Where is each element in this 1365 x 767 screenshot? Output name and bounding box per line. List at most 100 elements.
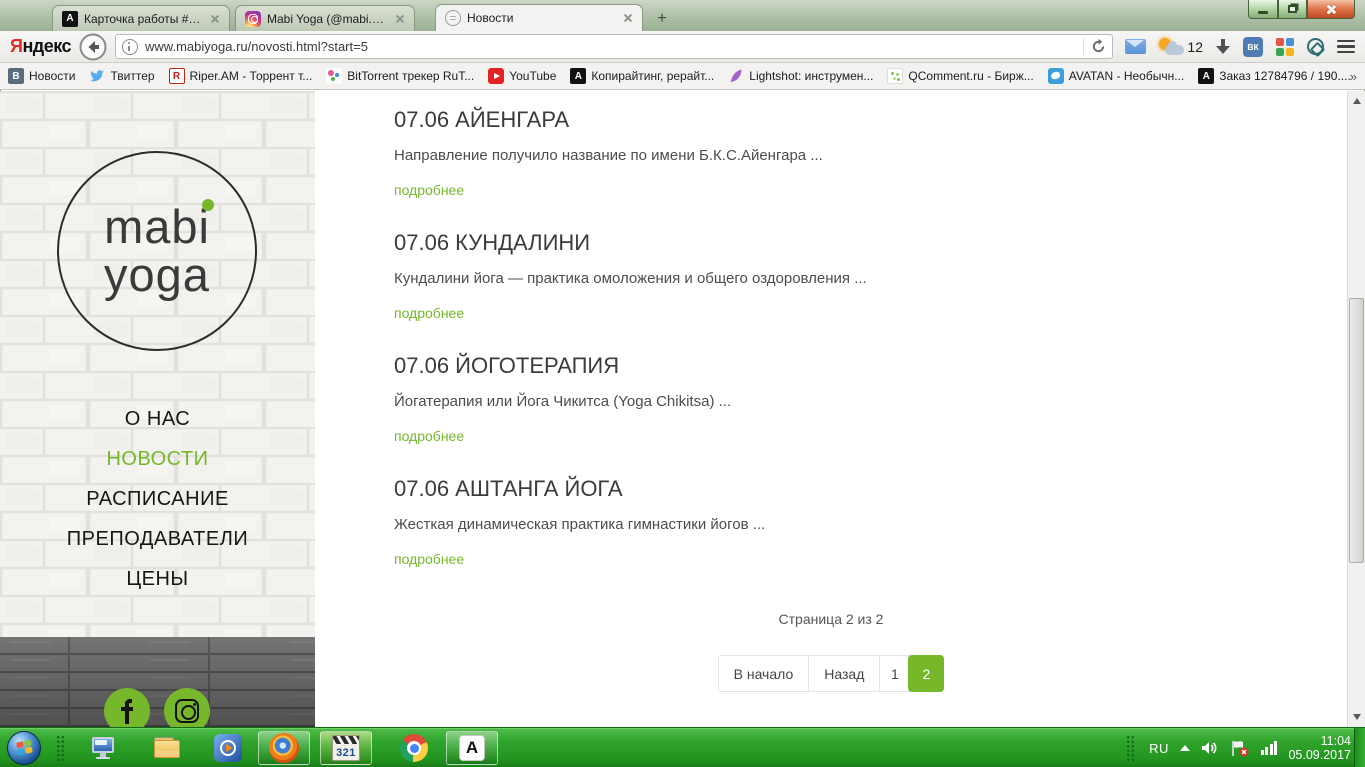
close-icon (1326, 4, 1337, 15)
pagination-first-button[interactable]: В начало (718, 656, 809, 691)
photos-icon[interactable] (1276, 37, 1294, 56)
twitter-icon (89, 68, 105, 84)
reload-icon[interactable] (1091, 39, 1106, 54)
chrome-taskbar-icon[interactable] (399, 733, 429, 763)
close-icon[interactable] (623, 13, 633, 23)
vertical-scrollbar[interactable] (1347, 91, 1365, 727)
maximize-button[interactable] (1278, 0, 1307, 19)
new-tab-button[interactable]: + (649, 9, 675, 29)
mabi-yoga-logo[interactable]: mabi yoga (57, 151, 257, 351)
tab-instagram[interactable]: Mabi Yoga (@mabi.yoga) • Ф (235, 5, 415, 31)
mpc-taskbar-button[interactable]: 321 (320, 731, 372, 765)
close-window-button[interactable] (1307, 0, 1355, 19)
start-button[interactable] (7, 731, 41, 765)
pagination-group: В начало Назад 1 2 (717, 655, 945, 692)
bookmark-label: Твиттер (110, 69, 155, 83)
signal-bars-icon[interactable] (1260, 741, 1278, 755)
bookmark-order[interactable]: A Заказ 12784796 / 190.... (1198, 68, 1351, 84)
weather-widget[interactable]: 12 (1159, 37, 1203, 55)
sidebar-item-news[interactable]: НОВОСТИ (0, 439, 315, 479)
sidebar-item-prices[interactable]: ЦЕНЫ (0, 559, 315, 599)
scroll-down-arrow[interactable] (1353, 714, 1361, 720)
news-item: 07.06 АШТАНГА ЙОГА Жесткая динамическая … (394, 476, 1347, 569)
pagination: В начало Назад 1 2 (315, 655, 1347, 692)
bookmark-label: Новости (29, 69, 76, 83)
mpc-icon: 321 (332, 735, 360, 761)
hidden-icons-arrow[interactable] (1179, 745, 1190, 751)
logo-line-2: yoga (104, 248, 210, 301)
bookmark-riper[interactable]: R Riper.AM - Торрент т... (168, 68, 312, 84)
window-controls (1248, 0, 1355, 19)
sidebar-item-teachers[interactable]: ПРЕПОДАВАТЕЛИ (0, 519, 315, 559)
tab-advego-task[interactable]: A Карточка работы #20097636 (52, 5, 230, 31)
sidebar-menu: О НАС НОВОСТИ РАСПИСАНИЕ ПРЕПОДАВАТЕЛИ Ц… (0, 399, 315, 599)
downloads-icon[interactable] (1216, 38, 1230, 55)
youtube-icon (488, 68, 505, 84)
bookmark-youtube[interactable]: YouTube (488, 68, 556, 84)
bookmark-avatan[interactable]: AVATAN - Необычн... (1047, 68, 1184, 84)
volume-icon[interactable] (1201, 740, 1219, 756)
news-excerpt: Жесткая динамическая практика гимнастики… (394, 516, 766, 533)
system-tray: RU 11:04 05.09.2017 (1149, 728, 1351, 767)
pagination-page-1[interactable]: 1 (879, 656, 910, 691)
vk-icon[interactable]: ВК (1243, 36, 1263, 57)
read-more-link[interactable]: подробнее (394, 551, 464, 567)
instagram-button[interactable] (164, 688, 210, 727)
navigation-bar: Яндекс www.mabiyoga.ru/novosti.html?star… (0, 31, 1365, 63)
bookmark-novosti[interactable]: В Новости (8, 68, 75, 84)
pagination-page-2-active[interactable]: 2 (908, 655, 945, 692)
network-flag-icon[interactable] (1230, 740, 1250, 757)
desktop: A Карточка работы #20097636 Mabi Yoga (@… (0, 0, 1365, 767)
language-indicator[interactable]: RU (1149, 741, 1169, 756)
news-list: 07.06 АЙЕНГАРА Направление получило назв… (315, 91, 1347, 727)
close-icon[interactable] (210, 14, 220, 24)
back-button[interactable] (79, 33, 107, 61)
bookmark-twitter[interactable]: Твиттер (89, 68, 155, 84)
clock[interactable]: 11:04 05.09.2017 (1288, 734, 1351, 762)
rutracker-icon (326, 68, 343, 84)
cloud-icon (1165, 40, 1185, 55)
hamburger-menu-icon[interactable] (1337, 39, 1355, 54)
remote-desktop-taskbar-icon[interactable] (88, 733, 118, 763)
site-sidebar: mabi yoga О НАС НОВОСТИ РАСПИСАНИЕ ПРЕПО… (0, 91, 315, 727)
sidebar-item-schedule[interactable]: РАСПИСАНИЕ (0, 479, 315, 519)
bookmark-copywriting[interactable]: A Копирайтинг, рерайт... (570, 68, 714, 84)
read-more-link[interactable]: подробнее (394, 305, 464, 321)
folder-icon (153, 737, 181, 759)
news-title[interactable]: 07.06 АЙЕНГАРА (394, 107, 1347, 133)
facebook-button[interactable] (104, 688, 150, 727)
read-more-link[interactable]: подробнее (394, 182, 464, 198)
news-title[interactable]: 07.06 КУНДАЛИНИ (394, 230, 1347, 256)
avatan-toolbar-icon[interactable] (1307, 38, 1324, 55)
minimize-button[interactable] (1248, 0, 1278, 19)
read-more-link[interactable]: подробнее (394, 428, 464, 444)
advego-taskbar-button[interactable]: A (446, 731, 498, 765)
computer-icon (90, 736, 116, 760)
url-bar[interactable]: www.mabiyoga.ru/novosti.html?start=5 (115, 34, 1114, 59)
sidebar-item-about[interactable]: О НАС (0, 399, 315, 439)
scroll-up-arrow[interactable] (1353, 98, 1361, 104)
site-info-icon[interactable] (122, 38, 139, 55)
news-title[interactable]: 07.06 ЙОГОТЕРАПИЯ (394, 353, 1347, 379)
browser-titlebar: A Карточка работы #20097636 Mabi Yoga (@… (0, 0, 1365, 31)
media-player-taskbar-icon[interactable] (213, 733, 243, 763)
firefox-taskbar-button[interactable] (258, 731, 310, 765)
tab-news-active[interactable]: Новости (435, 4, 643, 31)
news-bookmark-icon: В (8, 68, 24, 84)
show-desktop-button[interactable] (1354, 728, 1365, 767)
news-title[interactable]: 07.06 АШТАНГА ЙОГА (394, 476, 1347, 502)
close-icon[interactable] (395, 14, 405, 24)
page-viewport: mabi yoga О НАС НОВОСТИ РАСПИСАНИЕ ПРЕПО… (0, 91, 1365, 727)
pagination-back-button[interactable]: Назад (808, 656, 880, 691)
yandex-logo[interactable]: Яндекс (10, 36, 72, 57)
bookmark-qcomment[interactable]: QComment.ru - Бирж... (887, 68, 1034, 84)
scrollbar-thumb[interactable] (1349, 298, 1364, 563)
explorer-taskbar-icon[interactable] (152, 733, 182, 763)
bookmark-rutracker[interactable]: BitTorrent трекер RuT... (326, 68, 474, 84)
mail-icon[interactable] (1125, 39, 1147, 54)
url-text[interactable]: www.mabiyoga.ru/novosti.html?start=5 (145, 39, 1076, 54)
bookmarks-overflow-chevron[interactable]: » (1350, 63, 1357, 89)
bookmark-lightshot[interactable]: Lightshot: инструмен... (728, 68, 873, 84)
divider (1083, 38, 1085, 55)
facebook-icon (120, 698, 134, 724)
